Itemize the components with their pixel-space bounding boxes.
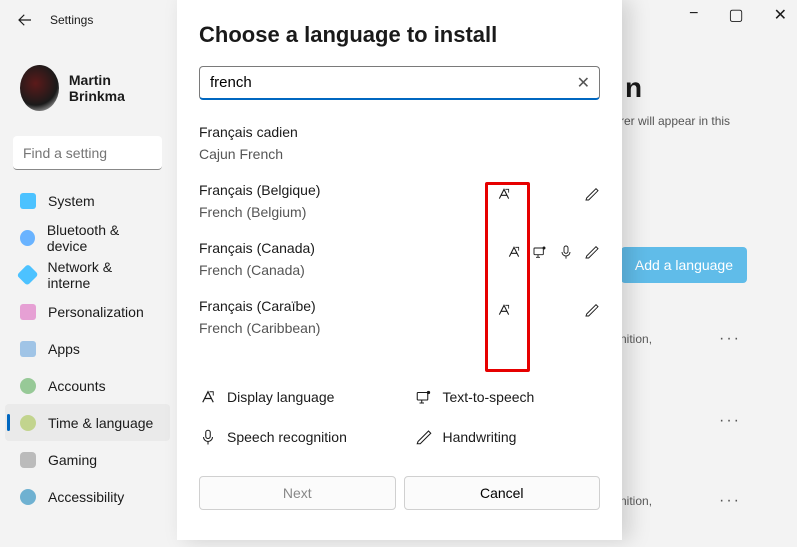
- accessibility-icon: [20, 489, 36, 505]
- sidebar-item-time-language[interactable]: Time & language: [5, 404, 170, 441]
- language-english-name: Cajun French: [199, 146, 600, 162]
- clear-search-button[interactable]: ✕: [577, 73, 590, 93]
- sidebar-item-label: Time & language: [48, 415, 153, 431]
- language-result[interactable]: Français (Canada) French (Canada): [177, 230, 622, 288]
- language-dialog: Choose a language to install ✕ Français …: [177, 0, 622, 540]
- sidebar-item-label: Accounts: [48, 378, 106, 394]
- language-english-name: French (Caribbean): [199, 320, 600, 336]
- sidebar-item-system[interactable]: System: [5, 182, 170, 219]
- minimize-button[interactable]: −: [689, 5, 698, 25]
- legend-label: Speech recognition: [227, 429, 347, 445]
- back-button[interactable]: [10, 5, 40, 35]
- sidebar-item-label: Apps: [48, 341, 80, 357]
- next-button[interactable]: Next: [199, 476, 396, 510]
- sidebar: Martin Brinkma System Bluetooth & device…: [0, 45, 175, 525]
- feature-text: nition,: [620, 332, 652, 346]
- user-block[interactable]: Martin Brinkma: [5, 55, 170, 121]
- sidebar-item-accounts[interactable]: Accounts: [5, 367, 170, 404]
- sidebar-item-label: System: [48, 193, 95, 209]
- language-search-input[interactable]: [199, 66, 600, 100]
- page-description: rer will appear in this: [620, 114, 770, 128]
- add-language-button[interactable]: Add a language: [621, 247, 747, 283]
- dialog-title: Choose a language to install: [177, 0, 622, 48]
- feature-legend: Display language Text-to-speech Speech r…: [177, 372, 622, 462]
- handwriting-icon: [584, 244, 600, 260]
- avatar: [20, 65, 59, 111]
- user-name: Martin Brinkma: [69, 72, 155, 104]
- feature-text: nition,: [620, 494, 652, 508]
- sidebar-item-label: Personalization: [48, 304, 144, 320]
- language-result[interactable]: Français (Caraïbe) French (Caribbean): [177, 288, 622, 346]
- more-options-button[interactable]: ···: [719, 492, 741, 510]
- legend-hand: Handwriting: [415, 428, 601, 446]
- sidebar-item-bluetooth[interactable]: Bluetooth & device: [5, 219, 170, 256]
- results-list: Français cadien Cajun French Français (B…: [177, 114, 622, 372]
- system-icon: [20, 193, 36, 209]
- sidebar-item-label: Network & interne: [47, 259, 155, 291]
- bluetooth-icon: [20, 230, 35, 246]
- more-options-button[interactable]: ···: [719, 330, 741, 348]
- sidebar-item-network[interactable]: Network & interne: [5, 256, 170, 293]
- time-language-icon: [20, 415, 36, 431]
- speech-recognition-icon: [558, 244, 574, 260]
- sidebar-item-label: Bluetooth & device: [47, 222, 155, 254]
- apps-icon: [20, 341, 36, 357]
- sidebar-item-accessibility[interactable]: Accessibility: [5, 478, 170, 515]
- window-controls: − ▢ ✕: [689, 5, 787, 25]
- legend-tts: Text-to-speech: [415, 388, 601, 406]
- legend-label: Text-to-speech: [443, 389, 535, 405]
- more-options-button[interactable]: ···: [719, 412, 741, 430]
- personalization-icon: [20, 304, 36, 320]
- settings-search-input[interactable]: [13, 136, 162, 170]
- sidebar-item-label: Gaming: [48, 452, 97, 468]
- legend-label: Handwriting: [443, 429, 517, 445]
- page-title: n: [625, 72, 642, 104]
- legend-display: Display language: [199, 388, 385, 406]
- handwriting-icon: [584, 302, 600, 318]
- app-title: Settings: [50, 13, 93, 27]
- legend-label: Display language: [227, 389, 334, 405]
- language-english-name: French (Belgium): [199, 204, 600, 220]
- text-to-speech-icon: [532, 244, 548, 260]
- sidebar-item-gaming[interactable]: Gaming: [5, 441, 170, 478]
- handwriting-icon: [584, 186, 600, 202]
- language-native-name: Français cadien: [199, 124, 600, 140]
- gaming-icon: [20, 452, 36, 468]
- close-button[interactable]: ✕: [774, 5, 787, 25]
- language-result[interactable]: Français cadien Cajun French: [177, 114, 622, 172]
- cancel-button[interactable]: Cancel: [404, 476, 601, 510]
- network-icon: [17, 263, 39, 285]
- sidebar-item-label: Accessibility: [48, 489, 124, 505]
- maximize-button[interactable]: ▢: [728, 5, 743, 25]
- accounts-icon: [20, 378, 36, 394]
- sidebar-item-apps[interactable]: Apps: [5, 330, 170, 367]
- legend-speech: Speech recognition: [199, 428, 385, 446]
- language-result[interactable]: Français (Belgique) French (Belgium): [177, 172, 622, 230]
- language-english-name: French (Canada): [199, 262, 600, 278]
- highlight-box: [485, 182, 530, 372]
- sidebar-item-personalization[interactable]: Personalization: [5, 293, 170, 330]
